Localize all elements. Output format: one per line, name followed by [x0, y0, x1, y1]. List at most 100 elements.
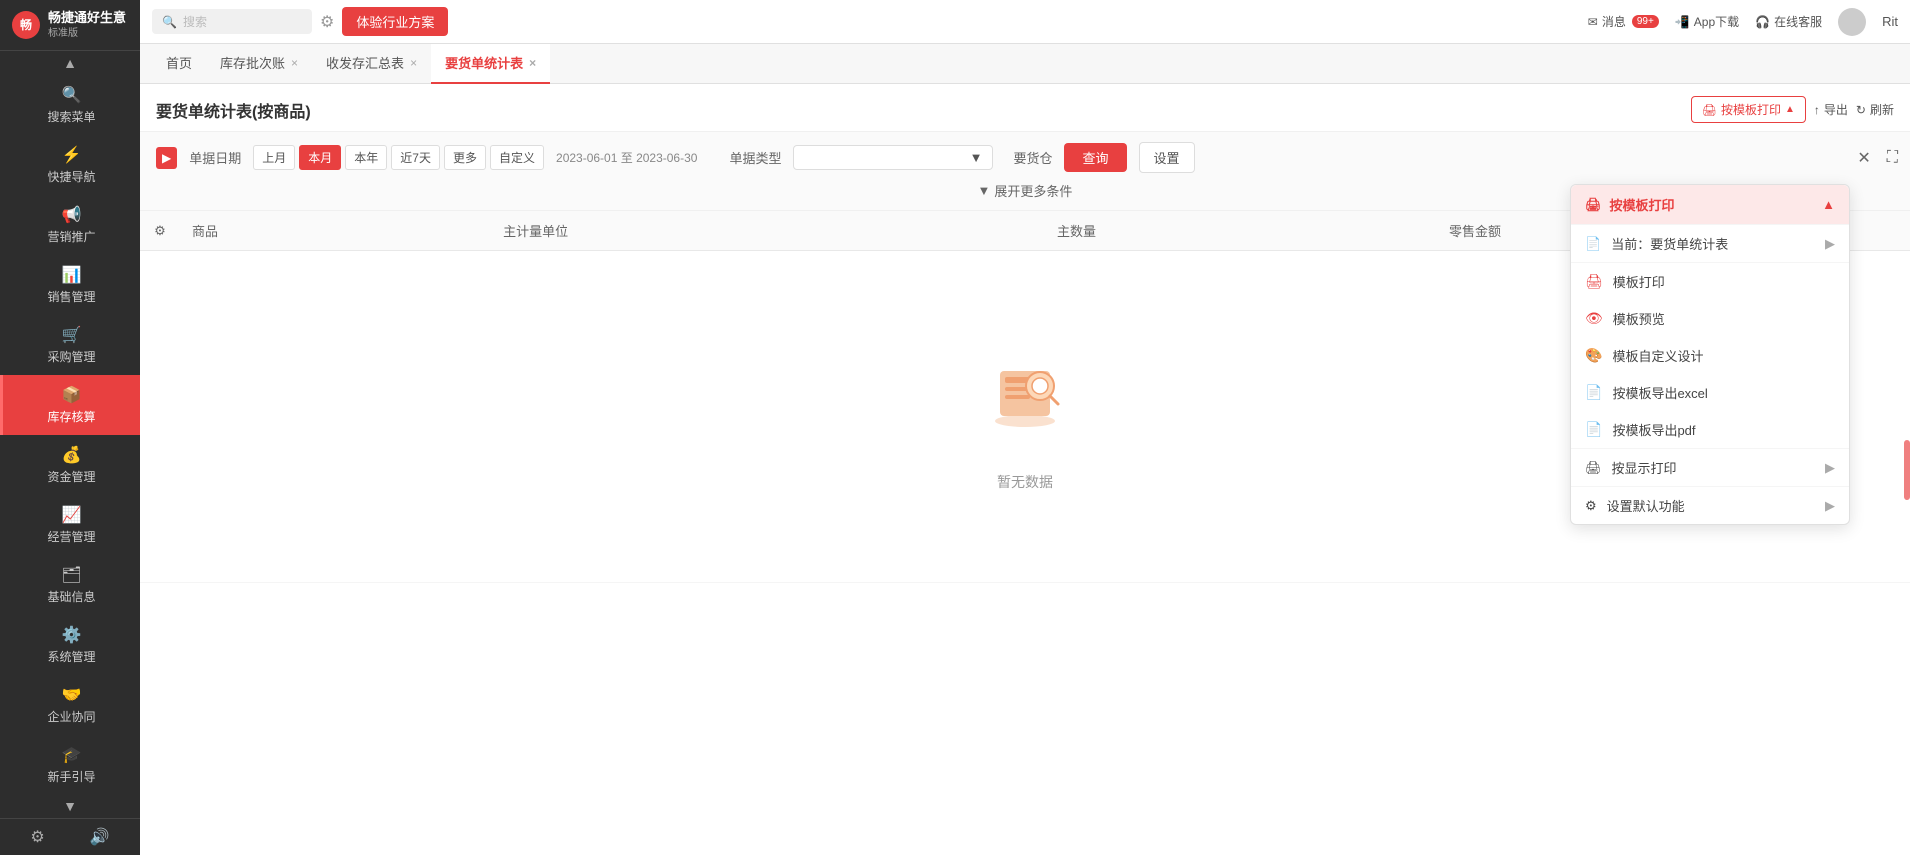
- arrow-icon: ▶: [1825, 236, 1835, 252]
- current-template-item[interactable]: 📄 当前：要货单统计表 ▶: [1571, 225, 1849, 262]
- sidebar-item-label: 采购管理: [47, 348, 95, 365]
- sidebar-item-finance[interactable]: 💰 资金管理: [0, 435, 140, 495]
- inventory-icon: 📦: [62, 385, 82, 405]
- tab-home[interactable]: 首页: [152, 44, 206, 84]
- sidebar-item-quicknav[interactable]: ⚡ 快捷导航: [0, 135, 140, 195]
- sidebar-item-system[interactable]: ⚙️ 系统管理: [0, 615, 140, 675]
- date-btn-week7[interactable]: 近7天: [391, 145, 440, 170]
- sidebar-item-purchase[interactable]: 🛒 采购管理: [0, 315, 140, 375]
- page-actions: 🖨 按模板打印 ▲ ↑ 导出 ↻ 刷新: [1691, 96, 1894, 123]
- refresh-icon: ↻: [1856, 103, 1866, 117]
- newbie-icon: 🎓: [62, 745, 82, 765]
- tabs-bar: 首页 库存批次账 × 收发存汇总表 × 要货单统计表 ×: [140, 44, 1910, 84]
- filter-toggle-btn[interactable]: ▶: [156, 147, 177, 169]
- sidebar-item-label: 基础信息: [47, 588, 95, 605]
- set-default-item[interactable]: ⚙ 设置默认功能 ▶: [1571, 487, 1849, 524]
- sidebar-item-label: 销售管理: [47, 288, 95, 305]
- topbar-online-service[interactable]: 🎧 在线客服: [1755, 13, 1822, 30]
- export-button[interactable]: ↑ 导出: [1814, 101, 1848, 118]
- tab-receivable-summary[interactable]: 收发存汇总表 ×: [312, 44, 431, 84]
- col-qty: 主数量: [1045, 211, 1437, 251]
- pdf-icon: 📄: [1585, 421, 1602, 438]
- export-label: 导出: [1824, 101, 1848, 118]
- sidebar-scroll-up[interactable]: ▲: [0, 51, 140, 75]
- query-button[interactable]: 查询: [1064, 143, 1126, 172]
- tab-order-stats-close[interactable]: ×: [529, 56, 536, 70]
- refresh-button[interactable]: ↻ 刷新: [1856, 101, 1894, 118]
- sidebar-item-label: 系统管理: [47, 648, 95, 665]
- sidebar-settings-btn[interactable]: ⚙: [30, 827, 44, 847]
- current-template-section: 📄 当前：要货单统计表 ▶: [1571, 224, 1849, 262]
- sidebar-item-label: 搜索菜单: [47, 108, 95, 125]
- set-default-section: ⚙ 设置默认功能 ▶: [1571, 486, 1849, 524]
- sidebar-item-sales[interactable]: 📊 销售管理: [0, 255, 140, 315]
- expand-label: 展开更多条件: [994, 181, 1072, 200]
- design-icon: 🎨: [1585, 347, 1602, 364]
- template-custom-item[interactable]: 🎨 模板自定义设计: [1571, 337, 1849, 374]
- sidebar-item-basic[interactable]: 🗂 基础信息: [0, 555, 140, 615]
- date-btn-more[interactable]: 更多: [444, 145, 486, 170]
- template-pdf-item[interactable]: 📄 按模板导出pdf: [1571, 411, 1849, 448]
- print-template-button[interactable]: 🖨 按模板打印 ▲: [1691, 96, 1806, 123]
- sidebar-item-label: 营销推广: [47, 228, 95, 245]
- print-dropdown-printer-icon: 🖨: [1585, 197, 1602, 213]
- topbar: 🔍 搜索 ⚙ 体验行业方案 ✉ 消息 99+ 📲 App下载 🎧 在线客服 Ri…: [140, 0, 1910, 44]
- date-btn-prev[interactable]: 上月: [253, 145, 295, 170]
- sidebar-item-inventory[interactable]: 📦 库存核算: [0, 375, 140, 435]
- date-options: 上月 本月 本年 近7天 更多 自定义: [253, 145, 544, 170]
- topbar-search[interactable]: 🔍 搜索: [152, 9, 312, 34]
- display-print-arrow: ▶: [1825, 460, 1835, 476]
- preview-icon: 👁: [1585, 310, 1603, 327]
- template-excel-item[interactable]: 📄 按模板导出excel: [1571, 374, 1849, 411]
- current-template-label: 当前：要货单统计表: [1611, 234, 1728, 253]
- template-actions-section: 🖨 模板打印 👁 模板预览 🎨 模板自定义设计 📄 按模板导出excel 📄: [1571, 262, 1849, 448]
- sidebar-item-enterprise[interactable]: 🤝 企业协同: [0, 675, 140, 735]
- topbar-messages[interactable]: ✉ 消息 99+: [1588, 13, 1659, 30]
- display-print-item[interactable]: 🖨 按显示打印 ▶: [1571, 449, 1849, 486]
- enterprise-icon: 🤝: [62, 685, 82, 705]
- date-btn-current[interactable]: 本月: [299, 145, 341, 170]
- tab-inventory-batch-label: 库存批次账: [220, 53, 285, 72]
- print-template-label: 按模板打印: [1721, 101, 1781, 118]
- tab-inventory-batch-close[interactable]: ×: [291, 56, 298, 70]
- topbar-app-download[interactable]: 📲 App下载: [1675, 13, 1739, 30]
- tab-order-stats[interactable]: 要货单统计表 ×: [431, 44, 550, 84]
- chevron-down-icon: ▼: [978, 183, 991, 198]
- expand-more-btn[interactable]: ▼ 展开更多条件: [978, 181, 1073, 200]
- main-area: 🔍 搜索 ⚙ 体验行业方案 ✉ 消息 99+ 📲 App下载 🎧 在线客服 Ri…: [140, 0, 1910, 855]
- date-filter-label: 单据日期: [189, 148, 241, 167]
- date-btn-year[interactable]: 本年: [345, 145, 387, 170]
- sidebar-scroll-down[interactable]: ▼: [0, 794, 140, 818]
- tab-inventory-batch[interactable]: 库存批次账 ×: [206, 44, 312, 84]
- tab-receivable-summary-close[interactable]: ×: [410, 56, 417, 70]
- print-dropdown-header[interactable]: 🖨 按模板打印 ▲: [1571, 185, 1849, 224]
- window-close-btn[interactable]: ✕: [1853, 144, 1874, 172]
- col-settings[interactable]: ⚙: [140, 211, 180, 251]
- sidebar-audio-btn[interactable]: 🔊: [90, 827, 110, 847]
- template-preview-item[interactable]: 👁 模板预览: [1571, 300, 1849, 337]
- template-print-item[interactable]: 🖨 模板打印: [1571, 263, 1849, 300]
- window-controls: ✕ ⛶: [1845, 144, 1910, 172]
- order-type-select[interactable]: ▼: [793, 145, 993, 170]
- template-icon: 📄: [1585, 236, 1601, 252]
- messages-badge: 99+: [1632, 15, 1659, 28]
- template-excel-label: 按模板导出excel: [1612, 383, 1707, 402]
- topbar-cta-button[interactable]: 体验行业方案: [342, 7, 448, 36]
- scrollbar-handle[interactable]: [1904, 440, 1910, 500]
- user-avatar[interactable]: [1838, 8, 1866, 36]
- content-area: 要货单统计表(按商品) 🖨 按模板打印 ▲ ↑ 导出 ↻ 刷新: [140, 84, 1910, 855]
- sidebar-item-newbie[interactable]: 🎓 新手引导: [0, 735, 140, 794]
- export-icon: ↑: [1814, 103, 1820, 117]
- display-print-section: 🖨 按显示打印 ▶: [1571, 448, 1849, 486]
- topbar-search-icon: 🔍: [162, 15, 177, 29]
- sidebar-item-marketing[interactable]: 📢 营销推广: [0, 195, 140, 255]
- window-expand-btn[interactable]: ⛶: [1883, 145, 1902, 171]
- default-icon: ⚙: [1585, 498, 1597, 514]
- sidebar-item-operation[interactable]: 📈 经营管理: [0, 495, 140, 555]
- topbar-gear-icon[interactable]: ⚙: [320, 12, 334, 32]
- settings-button[interactable]: 设置: [1139, 142, 1195, 173]
- col-unit: 主计量单位: [491, 211, 1045, 251]
- template-pdf-label: 按模板导出pdf: [1612, 420, 1695, 439]
- date-btn-custom[interactable]: 自定义: [490, 145, 544, 170]
- sidebar-item-search[interactable]: 🔍 搜索菜单: [0, 75, 140, 135]
